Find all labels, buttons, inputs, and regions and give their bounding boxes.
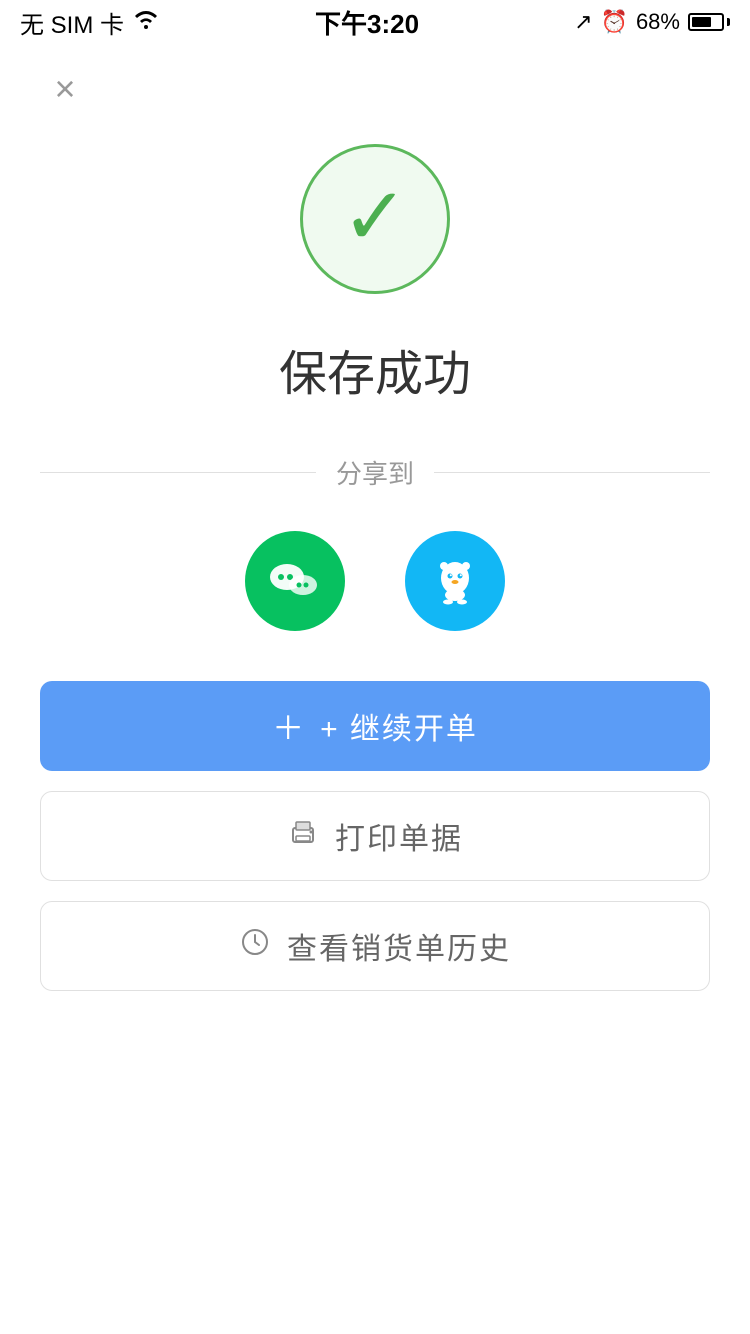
continue-icon: ＋ [272, 703, 304, 749]
print-button[interactable]: 打印单据 [40, 791, 710, 881]
continue-label: + 继续开单 [320, 704, 478, 748]
battery-percent: 68% [636, 9, 680, 35]
status-left: 无 SIM 卡 [20, 5, 160, 40]
status-time: 下午3:20 [315, 4, 419, 41]
qq-share-button[interactable] [405, 531, 505, 631]
share-section: 分享到 [40, 454, 710, 631]
share-icons [40, 531, 710, 631]
sim-status: 无 SIM 卡 [20, 5, 124, 40]
close-icon: × [54, 71, 75, 107]
divider-left [40, 472, 316, 473]
wechat-share-button[interactable] [245, 531, 345, 631]
alarm-icon: ⏰ [601, 9, 628, 35]
battery-icon [688, 13, 730, 31]
continue-button[interactable]: ＋ + 继续开单 [40, 681, 710, 771]
success-title: 保存成功 [279, 334, 471, 404]
divider-right [434, 472, 710, 473]
history-label: 查看销货单历史 [287, 924, 511, 968]
wifi-icon [132, 8, 160, 36]
print-label: 打印单据 [335, 814, 463, 858]
history-icon [239, 926, 271, 966]
print-icon [287, 816, 319, 856]
location-icon: ↗ [574, 9, 592, 35]
history-button[interactable]: 查看销货单历史 [40, 901, 710, 991]
success-circle: ✓ [300, 144, 450, 294]
close-button[interactable]: × [40, 64, 90, 114]
status-right: ↗ ⏰ 68% [574, 9, 730, 35]
action-buttons: ＋ + 继续开单 打印单据 查看销货 [40, 681, 710, 991]
qq-icon [426, 552, 484, 610]
share-label: 分享到 [336, 454, 414, 491]
share-divider: 分享到 [40, 454, 710, 491]
wechat-icon [265, 551, 325, 611]
checkmark-icon: ✓ [341, 177, 408, 257]
main-content: × ✓ 保存成功 分享到 [0, 44, 750, 1334]
status-bar: 无 SIM 卡 下午3:20 ↗ ⏰ 68% [0, 0, 750, 44]
